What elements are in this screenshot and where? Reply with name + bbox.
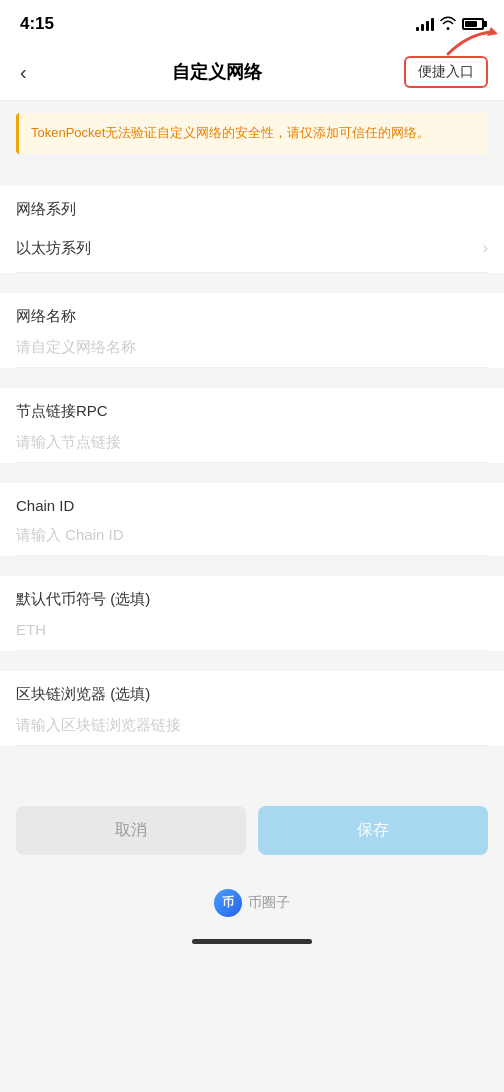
save-button[interactable]: 保存 (258, 806, 488, 855)
divider-2 (0, 273, 504, 283)
network-name-input[interactable] (16, 332, 488, 368)
token-symbol-input[interactable] (16, 615, 488, 651)
rpc-group: 节点链接RPC (0, 388, 504, 463)
bottom-buttons: 取消 保存 (0, 786, 504, 875)
divider-7 (0, 746, 504, 756)
status-bar: 4:15 (0, 0, 504, 44)
arrow-pointer (443, 24, 498, 60)
warning-text: TokenPocket无法验证自定义网络的安全性，请仅添加可信任的网络。 (31, 125, 430, 140)
divider-3 (0, 368, 504, 378)
token-symbol-group: 默认代币符号 (选填) (0, 576, 504, 651)
chain-id-label: Chain ID (16, 483, 488, 520)
page-title: 自定义网络 (172, 60, 262, 84)
status-time: 4:15 (20, 14, 54, 34)
token-symbol-label: 默认代币符号 (选填) (16, 576, 488, 615)
signal-icon (416, 17, 434, 31)
explorer-input[interactable] (16, 710, 488, 746)
warning-banner: TokenPocket无法验证自定义网络的安全性，请仅添加可信任的网络。 (16, 113, 488, 154)
rpc-input[interactable] (16, 427, 488, 463)
network-series-value: 以太坊系列 (16, 239, 91, 258)
watermark-logo: 币 (214, 889, 242, 917)
network-series-group: 网络系列 以太坊系列 › (0, 186, 504, 273)
network-series-label: 网络系列 (16, 186, 488, 225)
divider-1 (0, 166, 504, 176)
divider-8 (0, 756, 504, 766)
watermark: 币 币圈子 (0, 875, 504, 931)
explorer-group: 区块链浏览器 (选填) (0, 671, 504, 746)
explorer-label: 区块链浏览器 (选填) (16, 671, 488, 710)
chain-id-group: Chain ID (0, 483, 504, 556)
divider-5 (0, 556, 504, 566)
quick-entry-button[interactable]: 便捷入口 (404, 56, 488, 88)
chevron-right-icon: › (483, 239, 488, 257)
cancel-button[interactable]: 取消 (16, 806, 246, 855)
rpc-label: 节点链接RPC (16, 388, 488, 427)
divider-4 (0, 463, 504, 473)
network-name-label: 网络名称 (16, 293, 488, 332)
divider-6 (0, 651, 504, 661)
home-indicator (192, 939, 312, 944)
network-series-row[interactable]: 以太坊系列 › (16, 225, 488, 273)
watermark-logo-text: 币 (222, 894, 234, 911)
back-button[interactable]: ‹ (16, 57, 31, 88)
chain-id-input[interactable] (16, 520, 488, 556)
watermark-text: 币圈子 (248, 894, 290, 912)
network-name-group: 网络名称 (0, 293, 504, 368)
nav-bar: ‹ 自定义网络 便捷入口 (0, 44, 504, 101)
